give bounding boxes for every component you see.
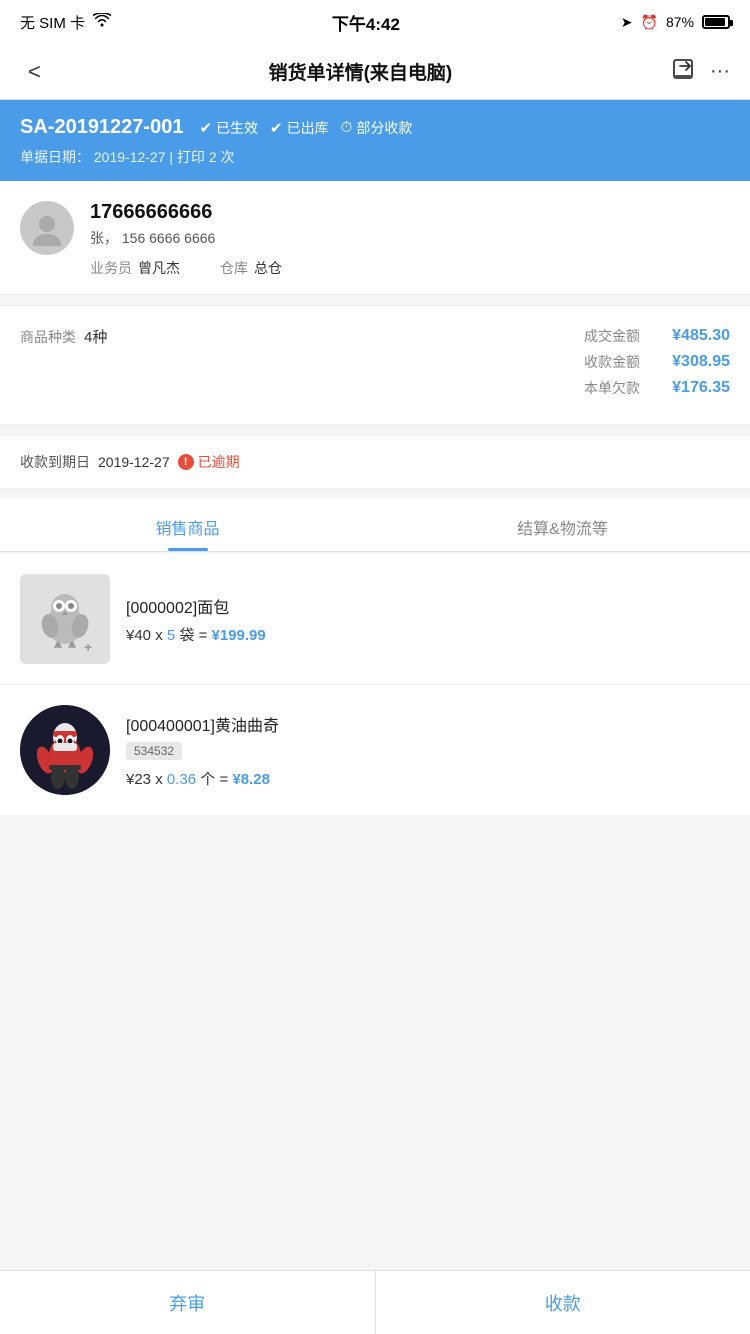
- status-right: ➤ ⏰ 87%: [621, 14, 730, 31]
- product-item-1: + [0000002]面包 ¥40 x 5 袋 = ¥199.99: [0, 554, 750, 685]
- overdue-section: 收款到期日 2019-12-27 ! 已逾期: [0, 435, 750, 489]
- deal-amount-value: ¥485.30: [650, 327, 730, 345]
- badge-shipped: ✔ 已出库: [270, 118, 329, 138]
- alarm-icon: ⏰: [641, 14, 658, 31]
- product-type-value: 4种: [84, 326, 107, 347]
- warehouse-meta: 仓库 总仓: [220, 258, 282, 278]
- tab-settlement[interactable]: 结算&物流等: [375, 499, 750, 551]
- badge-effected: ✔ 已生效: [199, 118, 258, 138]
- summary-right: 成交金额 ¥485.30 收款金额 ¥308.95 本单欠款 ¥176.35: [584, 326, 730, 404]
- customer-info: 17666666666 张， 156 6666 6666 业务员 曾凡杰 仓库 …: [90, 201, 730, 278]
- customer-section: 17666666666 张， 156 6666 6666 业务员 曾凡杰 仓库 …: [0, 181, 750, 295]
- badge-partial: ⏱ 部分收款: [341, 118, 413, 138]
- products-section: + [0000002]面包 ¥40 x 5 袋 = ¥199.99: [0, 554, 750, 816]
- customer-meta: 业务员 曾凡杰 仓库 总仓: [90, 258, 730, 278]
- overdue-dot-icon: !: [178, 454, 194, 470]
- banner-date: 单据日期： 2019-12-27 | 打印 2 次: [20, 147, 730, 167]
- owed-amount: 本单欠款 ¥176.35: [584, 378, 730, 398]
- status-badges: ✔ 已生效 ✔ 已出库 ⏱ 部分收款: [199, 118, 412, 138]
- product-name-2: [000400001]黄油曲奇: [126, 712, 730, 736]
- order-number: SA-20191227-001: [20, 116, 183, 139]
- page-title: 销货单详情(来自电脑): [269, 58, 453, 85]
- customer-name-phone: 张， 156 6666 6666: [90, 228, 730, 248]
- owed-amount-value: ¥176.35: [650, 379, 730, 397]
- owed-amount-label: 本单欠款: [584, 378, 640, 398]
- export-button[interactable]: [672, 58, 694, 86]
- tabs-section: 销售商品 结算&物流等: [0, 499, 750, 552]
- banner-top: SA-20191227-001 ✔ 已生效 ✔ 已出库 ⏱ 部分收款: [20, 116, 730, 139]
- status-left: 无 SIM 卡: [20, 12, 111, 33]
- battery-text: 87%: [666, 14, 694, 30]
- back-button[interactable]: <: [20, 51, 49, 93]
- sales-value: 曾凡杰: [138, 258, 180, 278]
- bottom-bar: 弃审 收款: [0, 1270, 750, 1334]
- header-banner: SA-20191227-001 ✔ 已生效 ✔ 已出库 ⏱ 部分收款 单据日期：…: [0, 100, 750, 181]
- deal-amount: 成交金额 ¥485.30: [584, 326, 730, 346]
- warehouse-label: 仓库: [220, 258, 248, 278]
- sales-meta: 业务员 曾凡杰: [90, 258, 180, 278]
- product-total-2: ¥8.28: [232, 771, 270, 788]
- product-image-2: [20, 705, 110, 795]
- check-icon-2: ✔: [270, 119, 283, 137]
- summary-left: 商品种类 4种: [20, 326, 107, 353]
- battery-icon: [702, 15, 730, 29]
- product-qty-2: 0.36: [167, 771, 196, 788]
- product-type-label: 商品种类: [20, 327, 76, 347]
- warehouse-value: 总仓: [254, 258, 282, 278]
- product-name-1: [0000002]面包: [126, 594, 730, 618]
- svg-text:+: +: [84, 639, 92, 654]
- product-info-1: [0000002]面包 ¥40 x 5 袋 = ¥199.99: [126, 594, 730, 645]
- received-amount: 收款金额 ¥308.95: [584, 352, 730, 372]
- collect-button[interactable]: 收款: [376, 1271, 750, 1334]
- wifi-icon: [93, 13, 111, 31]
- overdue-label: 收款到期日: [20, 452, 90, 472]
- reject-button[interactable]: 弃审: [0, 1271, 376, 1334]
- received-amount-label: 收款金额: [584, 352, 640, 372]
- product-qty-1: 5: [167, 627, 175, 644]
- product-image-1: +: [20, 574, 110, 664]
- product-type-item: 商品种类 4种: [20, 326, 107, 347]
- product-price-2: ¥23 x 0.36 个 = ¥8.28: [126, 768, 730, 789]
- deal-amount-label: 成交金额: [584, 326, 640, 346]
- customer-id: 17666666666: [90, 201, 730, 224]
- overdue-badge: ! 已逾期: [178, 452, 240, 472]
- customer-avatar: [20, 201, 74, 255]
- overdue-date: 2019-12-27: [98, 454, 170, 470]
- location-icon: ➤: [621, 14, 633, 31]
- clock-icon: ⏱: [341, 119, 353, 136]
- sales-label: 业务员: [90, 258, 132, 278]
- tab-sales-products[interactable]: 销售商品: [0, 499, 375, 551]
- carrier-text: 无 SIM 卡: [20, 12, 85, 33]
- nav-bar: < 销货单详情(来自电脑) ···: [0, 44, 750, 100]
- product-sku-2: 534532: [126, 742, 182, 760]
- nav-actions: ···: [672, 58, 730, 86]
- status-time: 下午4:42: [332, 10, 400, 35]
- more-button[interactable]: ···: [710, 60, 730, 83]
- summary-section: 商品种类 4种 成交金额 ¥485.30 收款金额 ¥308.95 本单欠款 ¥…: [0, 305, 750, 425]
- summary-row: 商品种类 4种 成交金额 ¥485.30 收款金额 ¥308.95 本单欠款 ¥…: [20, 326, 730, 404]
- product-price-1: ¥40 x 5 袋 = ¥199.99: [126, 624, 730, 645]
- product-info-2: [000400001]黄油曲奇 534532 ¥23 x 0.36 个 = ¥8…: [126, 712, 730, 789]
- product-total-1: ¥199.99: [212, 627, 266, 644]
- product-item-2: [000400001]黄油曲奇 534532 ¥23 x 0.36 个 = ¥8…: [0, 685, 750, 816]
- status-bar: 无 SIM 卡 下午4:42 ➤ ⏰ 87%: [0, 0, 750, 44]
- received-amount-value: ¥308.95: [650, 353, 730, 371]
- check-icon: ✔: [199, 119, 212, 137]
- overdue-text: 已逾期: [198, 452, 240, 472]
